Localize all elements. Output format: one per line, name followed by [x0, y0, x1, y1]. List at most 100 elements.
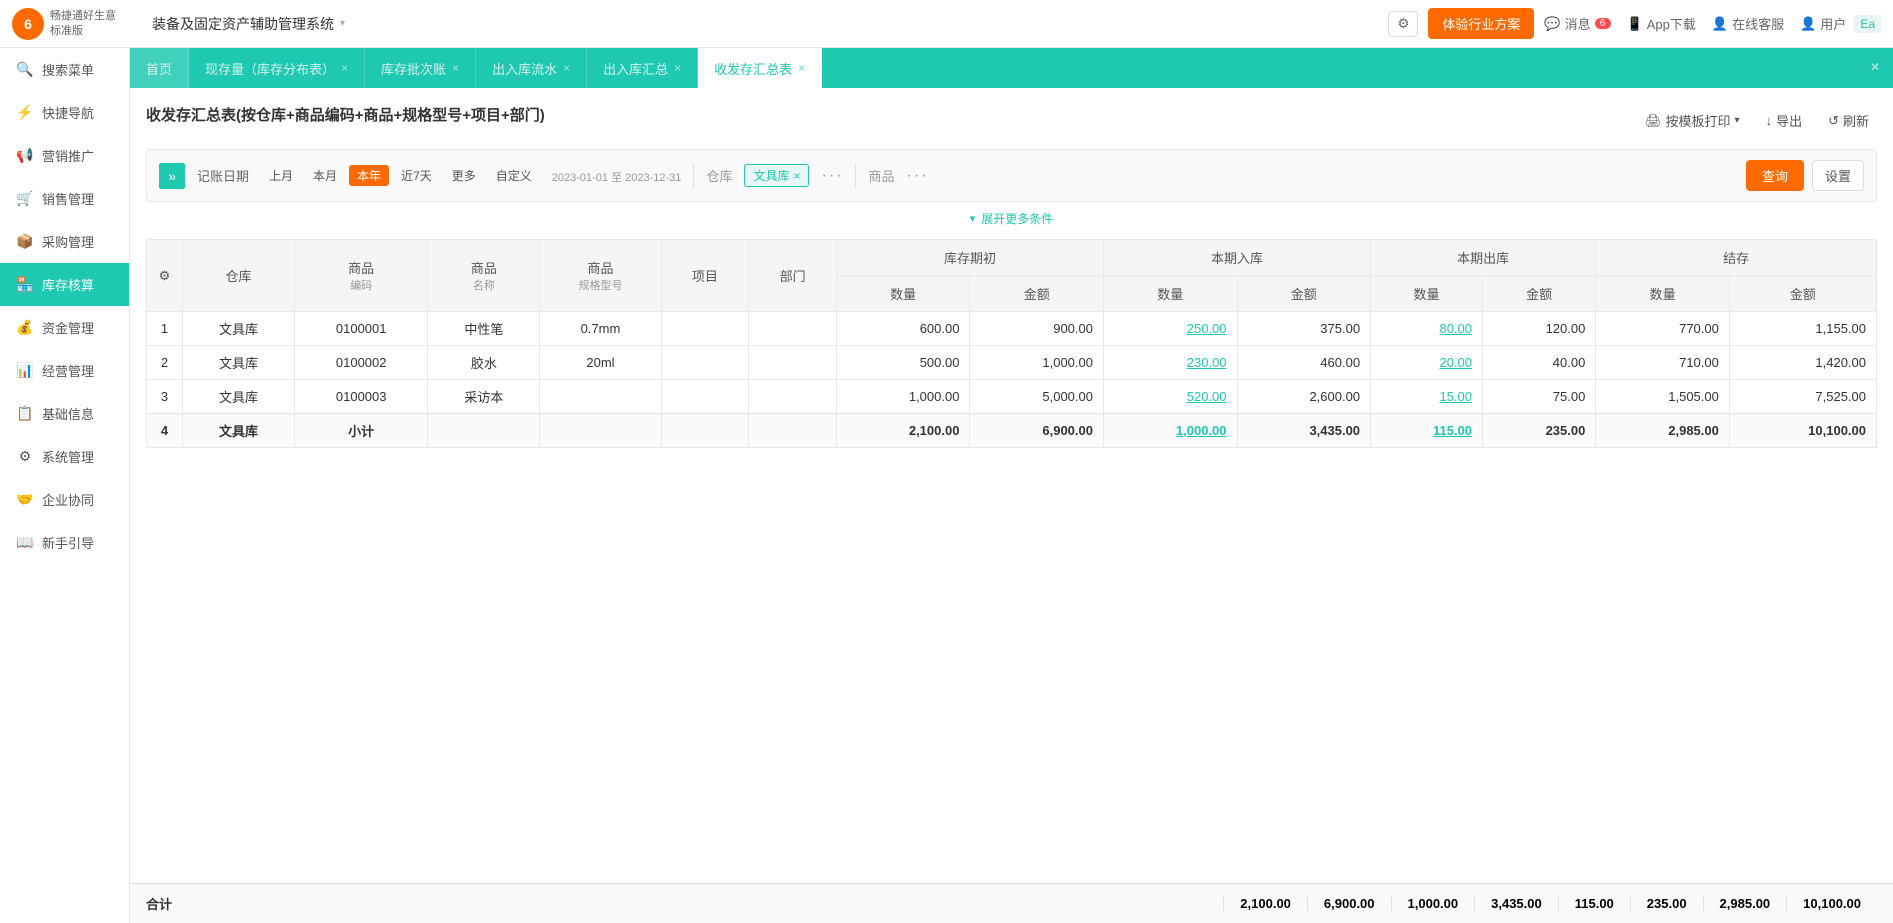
tab-inventory-dist[interactable]: 现存量（库存分布表） ×: [189, 48, 365, 88]
row-out-qty[interactable]: 15.00: [1371, 380, 1483, 414]
row-close-amt: 7,525.00: [1729, 380, 1876, 414]
user-button[interactable]: 👤 用户 Ea: [1800, 14, 1881, 33]
content-area: 首页 现存量（库存分布表） × 库存批次账 × 出入库流水 × 出入库汇总 ×: [130, 48, 1893, 923]
tab-close-active-icon[interactable]: ×: [798, 61, 805, 75]
sidebar-item-cooperation[interactable]: 🤝 企业协同: [0, 478, 129, 521]
date-pill-7days[interactable]: 近7天: [393, 165, 440, 186]
system-name-label: 装备及固定资产辅助管理系统: [152, 14, 334, 34]
row-out-qty[interactable]: 20.00: [1371, 346, 1483, 380]
row-in-amt: 2,600.00: [1237, 380, 1371, 414]
subtotal-open-qty: 2,100.00: [836, 414, 970, 448]
tab-close-icon[interactable]: ×: [341, 61, 348, 75]
sidebar-item-marketing[interactable]: 📢 营销推广: [0, 134, 129, 177]
cooperation-icon: 🤝: [16, 491, 34, 508]
th-settings: ⚙: [147, 240, 183, 312]
refresh-icon: ↺: [1828, 113, 1839, 129]
th-in-amt: 金额: [1237, 276, 1371, 312]
tabs-close-all-button[interactable]: ×: [1857, 48, 1893, 88]
sidebar-item-basic-info[interactable]: 📋 基础信息: [0, 392, 129, 435]
app-download-button[interactable]: 📱 App下载: [1627, 14, 1696, 33]
row-in-qty[interactable]: 520.00: [1103, 380, 1237, 414]
filter-divider-2: [855, 164, 856, 188]
search-icon: 🔍: [16, 61, 34, 78]
gear-button[interactable]: ⚙: [1388, 11, 1418, 37]
expand-more-button[interactable]: ▾ 展开更多条件: [146, 210, 1877, 227]
tab-close-icon[interactable]: ×: [452, 61, 459, 75]
sidebar-item-system[interactable]: ⚙ 系统管理: [0, 435, 129, 478]
row-in-qty[interactable]: 250.00: [1103, 312, 1237, 346]
tab-home[interactable]: 首页: [130, 48, 189, 88]
top-bar-actions: 💬 消息 6 📱 App下载 👤 在线客服 👤 用户 Ea: [1544, 14, 1881, 33]
try-industry-button[interactable]: 体验行业方案: [1428, 8, 1534, 39]
th-close-qty: 数量: [1596, 276, 1730, 312]
date-pill-this-year[interactable]: 本年: [349, 165, 389, 186]
warehouse-tag-text: 文具库: [753, 167, 789, 184]
row-warehouse: 文具库: [183, 346, 295, 380]
row-out-qty[interactable]: 80.00: [1371, 312, 1483, 346]
warehouse-more-button[interactable]: ···: [821, 167, 843, 185]
settings-button[interactable]: 设置: [1812, 160, 1864, 191]
tab-close-icon[interactable]: ×: [563, 61, 570, 75]
refresh-button[interactable]: ↺ 刷新: [1820, 107, 1877, 134]
date-pill-this-month[interactable]: 本月: [305, 165, 345, 186]
tab-flow[interactable]: 出入库流水 ×: [476, 48, 587, 88]
online-service-button[interactable]: 👤 在线客服: [1712, 14, 1784, 33]
sidebar-item-guide[interactable]: 📖 新手引导: [0, 521, 129, 564]
system-dropdown-icon[interactable]: ▾: [340, 18, 345, 29]
sales-icon: 🛒: [16, 190, 34, 207]
message-icon: 💬: [1544, 16, 1560, 32]
subtotal-in-qty[interactable]: 1,000.00: [1103, 414, 1237, 448]
query-button[interactable]: 查询: [1746, 160, 1804, 191]
filter-expand-button[interactable]: »: [159, 163, 185, 189]
row-close-qty: 770.00: [1596, 312, 1730, 346]
th-in-qty: 数量: [1103, 276, 1237, 312]
row-close-amt: 1,155.00: [1729, 312, 1876, 346]
print-button[interactable]: 🖨 按模板打印 ▾: [1637, 107, 1748, 134]
export-button[interactable]: ↓ 导出: [1758, 107, 1811, 134]
date-pill-last-month[interactable]: 上月: [261, 165, 301, 186]
subtotal-close-qty: 2,985.00: [1596, 414, 1730, 448]
filter-divider: [693, 164, 694, 188]
subtotal-empty1: [428, 414, 540, 448]
row-open-amt: 5,000.00: [970, 380, 1104, 414]
system-icon: ⚙: [16, 448, 34, 465]
table-row: 2 文具库 0100002 胶水 20ml 500.00 1,000.00 23…: [147, 346, 1877, 380]
tab-batch[interactable]: 库存批次账 ×: [365, 48, 476, 88]
sidebar-item-inventory[interactable]: 🏪 库存核算: [0, 263, 129, 306]
row-no: 2: [147, 346, 183, 380]
date-pill-more[interactable]: 更多: [444, 165, 484, 186]
row-project: [661, 380, 749, 414]
sidebar-item-sales[interactable]: 🛒 销售管理: [0, 177, 129, 220]
tab-summary[interactable]: 出入库汇总 ×: [587, 48, 698, 88]
product-more-button[interactable]: ···: [906, 167, 928, 185]
warehouse-tag-remove-icon[interactable]: ×: [793, 169, 800, 183]
row-out-amt: 40.00: [1483, 346, 1596, 380]
warehouse-tag[interactable]: 文具库 ×: [744, 164, 809, 187]
table-row: 1 文具库 0100001 中性笔 0.7mm 600.00 900.00 25…: [147, 312, 1877, 346]
subtotal-empty3: [661, 414, 749, 448]
row-in-qty[interactable]: 230.00: [1103, 346, 1237, 380]
bottom-total-bar: 合计 2,100.00 6,900.00 1,000.00 3,435.00 1…: [130, 883, 1893, 923]
subtotal-out-qty[interactable]: 115.00: [1371, 414, 1483, 448]
logo-icon: 6: [12, 8, 44, 40]
date-label: 记账日期: [197, 166, 249, 185]
sidebar-item-finance[interactable]: 💰 资金管理: [0, 306, 129, 349]
tab-collect-summary[interactable]: 收发存汇总表 ×: [698, 48, 822, 88]
sidebar-item-quicknav[interactable]: ⚡ 快捷导航: [0, 91, 129, 134]
th-group-outbound: 本期出库: [1371, 240, 1596, 276]
system-title: 装备及固定资产辅助管理系统 ▾: [152, 14, 1378, 34]
basicinfo-icon: 📋: [16, 405, 34, 422]
sidebar-item-purchase[interactable]: 📦 采购管理: [0, 220, 129, 263]
date-pill-custom[interactable]: 自定义: [488, 165, 540, 186]
sidebar-item-search[interactable]: 🔍 搜索菜单: [0, 48, 129, 91]
th-close-amt: 金额: [1729, 276, 1876, 312]
print-icon: 🖨: [1645, 113, 1662, 129]
tab-close-icon[interactable]: ×: [674, 61, 681, 75]
row-warehouse: 文具库: [183, 312, 295, 346]
subtotal-label: 小计: [294, 414, 428, 448]
row-warehouse: 文具库: [183, 380, 295, 414]
message-button[interactable]: 💬 消息 6: [1544, 14, 1610, 33]
subtotal-empty2: [540, 414, 661, 448]
sidebar-item-operations[interactable]: 📊 经营管理: [0, 349, 129, 392]
guide-icon: 📖: [16, 534, 34, 551]
